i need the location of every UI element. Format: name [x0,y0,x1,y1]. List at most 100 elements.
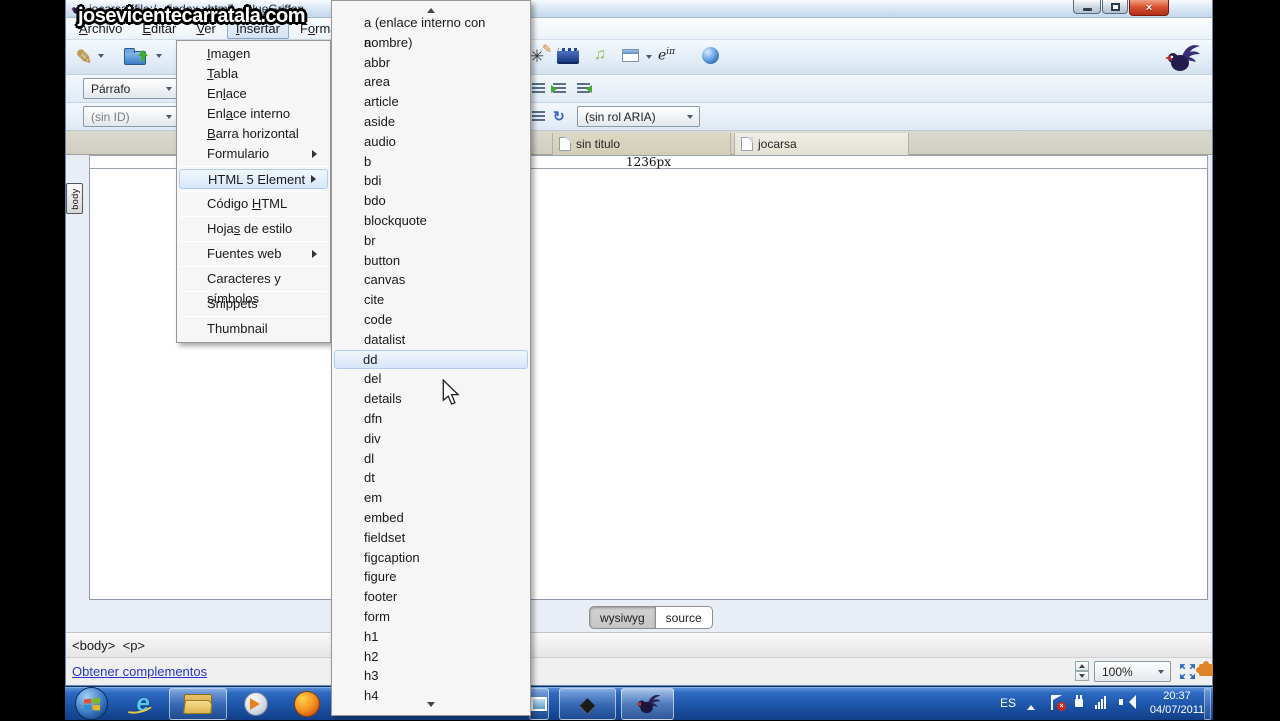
taskbar-explorer-icon[interactable] [169,688,227,720]
submenu-item-cite[interactable]: cite [334,290,528,310]
submenu-item-del[interactable]: del [334,369,528,389]
element-id-combo[interactable]: (sin ID) [83,106,179,127]
show-desktop-button[interactable] [1204,688,1211,720]
submenu-item-div[interactable]: div [334,429,528,449]
submenu-item-h2[interactable]: h2 [334,647,528,667]
menu-item-caracteres-y-s-mbolos[interactable]: Caracteres y símbolos [179,269,328,306]
submenu-item-form[interactable]: form [334,607,528,627]
edit-pencil-button[interactable]: ✎ [72,44,96,70]
tab-jocarsa[interactable]: jocarsa [734,133,909,155]
submenu-item-h1[interactable]: h1 [334,627,528,647]
indent-button[interactable] [551,83,566,94]
submenu-item-fieldset[interactable]: fieldset [334,528,528,548]
menu-item-thumbnail[interactable]: Thumbnail [179,319,328,339]
body-tag-marker[interactable]: body [66,183,83,214]
submenu-item-code[interactable]: code [334,310,528,330]
submenu-item-b[interactable]: b [334,152,528,172]
get-addons-link[interactable]: Obtener complementos [72,664,207,679]
edit-dropdown-caret[interactable] [98,54,104,58]
insert-video-button[interactable] [557,48,579,64]
power-icon[interactable] [1073,695,1085,710]
taskbar-media-player-icon[interactable] [233,688,279,720]
publish-button[interactable] [122,48,148,68]
taskbar-image-viewer-icon[interactable] [529,688,549,720]
clock[interactable]: 20:37 04/07/2011 [1147,689,1207,717]
justify-button[interactable] [532,83,545,94]
video-frame: jocarsa [file:/.../index.xhtml] - BlueGr… [0,0,1280,720]
menu-item-tabla[interactable]: Tabla [179,64,328,84]
submenu-item-embed[interactable]: embed [334,508,528,528]
tab-sin-titulo[interactable]: sin titulo [552,133,731,155]
menu-item-imagen[interactable]: Imagen [179,44,328,64]
menu-item-fuentes-web[interactable]: Fuentes web [179,244,328,264]
submenu-scroll-down[interactable] [332,702,530,711]
fullscreen-button[interactable] [1179,663,1196,680]
submenu-item-dt[interactable]: dt [334,468,528,488]
submenu-item-a-enlace-interno-con-nombre[interactable]: a (enlace interno con nombre) [334,13,528,50]
element-path-breadcrumb[interactable]: <body> <p> [72,638,145,653]
submenu-item-area[interactable]: area [334,72,528,92]
submenu-item-blockquote[interactable]: blockquote [334,211,528,231]
addons-puzzle-icon[interactable] [1196,661,1213,676]
browser-preview-button[interactable] [702,47,719,64]
volume-icon[interactable] [1119,695,1136,709]
submenu-item-footer[interactable]: footer [334,587,528,607]
submenu-item-details[interactable]: details [334,389,528,409]
submenu-item-article[interactable]: article [334,92,528,112]
menu-item-formulario[interactable]: Formulario [179,144,328,164]
submenu-scroll-up[interactable] [332,4,530,13]
submenu-item-datalist[interactable]: datalist [334,330,528,350]
submenu-item-audio[interactable]: audio [334,132,528,152]
submenu-item-dl[interactable]: dl [334,449,528,469]
paragraph-format-select[interactable]: Párrafo [83,78,179,99]
submenu-item-dd[interactable]: dd [334,349,528,370]
insert-form-widget-button[interactable] [622,49,639,62]
menu-item-hojas-de-estilo[interactable]: Hojas de estilo [179,219,328,239]
action-center-icon[interactable]: × [1051,695,1066,711]
menu-item-enlace-interno[interactable]: Enlace interno [179,104,328,124]
network-signal-icon[interactable] [1095,695,1111,709]
submenu-item-aside[interactable]: aside [334,112,528,132]
submenu-item-dfn[interactable]: dfn [334,409,528,429]
chevron-down-icon [156,54,162,58]
minimize-button[interactable] [1073,0,1101,14]
widget-dropdown-caret[interactable] [646,55,652,59]
submenu-item-button[interactable]: button [334,251,528,271]
taskbar-firefox-icon[interactable] [284,688,330,720]
submenu-item-canvas[interactable]: canvas [334,270,528,290]
submenu-item-figcaption[interactable]: figcaption [334,548,528,568]
language-indicator[interactable]: ES [1000,696,1016,710]
submenu-item-em[interactable]: em [334,488,528,508]
wysiwyg-button[interactable]: wysiwyg [589,606,656,629]
insert-audio-button[interactable]: ♫ [594,46,606,64]
direction-button[interactable]: ↻ [553,108,565,125]
zoom-increase-button[interactable] [1075,661,1089,671]
submenu-item-h3[interactable]: h3 [334,666,528,686]
menu-item-c-digo-html[interactable]: Código HTML [179,194,328,214]
zoom-decrease-button[interactable] [1075,671,1089,681]
submenu-item-br[interactable]: br [334,231,528,251]
menu-item-snippets[interactable]: Snippets [179,294,328,314]
submenu-item-bdi[interactable]: bdi [334,171,528,191]
outdent-button[interactable] [577,83,592,94]
menu-item-enlace[interactable]: Enlace [179,84,328,104]
restore-button[interactable] [1102,0,1128,14]
menu-item-barra-horizontal[interactable]: Barra horizontal [179,124,328,144]
submenu-item-bdo[interactable]: bdo [334,191,528,211]
close-button[interactable]: × [1129,0,1169,16]
tray-expand-icon[interactable] [1027,701,1035,710]
source-button[interactable]: source [655,606,713,629]
taskbar-ie-icon[interactable]: e [122,688,164,720]
insert-math-button[interactable]: eiπ [658,47,675,64]
aria-role-select[interactable]: (sin rol ARIA) [577,106,700,127]
taskbar-bluegriffon-icon[interactable] [621,688,674,720]
submenu-item-a[interactable]: a [334,33,528,53]
taskbar-inkscape-icon[interactable]: ◆ [559,688,616,720]
publish-dropdown-caret[interactable] [156,54,162,58]
list-style-button[interactable] [532,111,545,122]
menu-item-html-5-element[interactable]: HTML 5 Element [179,169,328,189]
submenu-item-figure[interactable]: figure [334,567,528,587]
zoom-level-select[interactable]: 100% [1094,661,1171,682]
start-button[interactable] [75,687,108,720]
submenu-item-abbr[interactable]: abbr [334,53,528,73]
